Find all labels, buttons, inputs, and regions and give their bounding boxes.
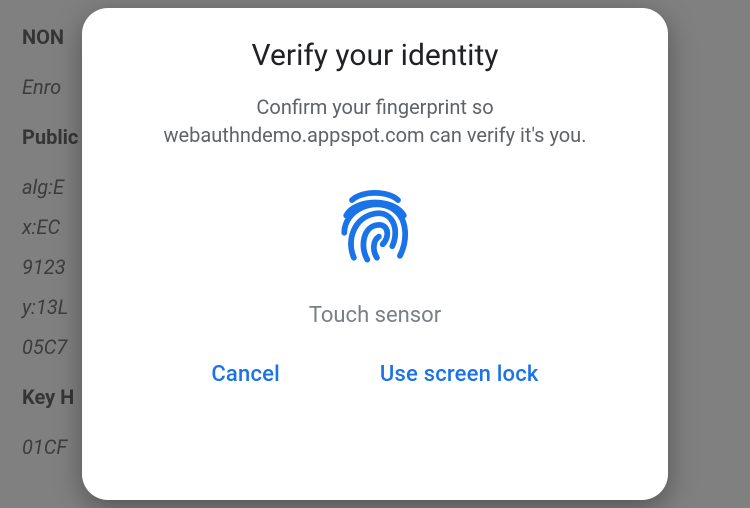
use-screen-lock-button[interactable]: Use screen lock — [380, 362, 539, 387]
dialog-title: Verify your identity — [252, 38, 499, 73]
dialog-actions: Cancel Use screen lock — [122, 362, 628, 387]
fingerprint-icon — [327, 179, 423, 275]
dialog-body: Confirm your fingerprint so webauthndemo… — [145, 93, 605, 149]
cancel-button[interactable]: Cancel — [211, 362, 280, 387]
biometric-verify-dialog: Verify your identity Confirm your finger… — [82, 8, 668, 500]
sensor-hint: Touch sensor — [309, 303, 441, 328]
app-screen: NON Enro Public alg:E x:EC 9123 y:13L 05… — [0, 0, 750, 508]
